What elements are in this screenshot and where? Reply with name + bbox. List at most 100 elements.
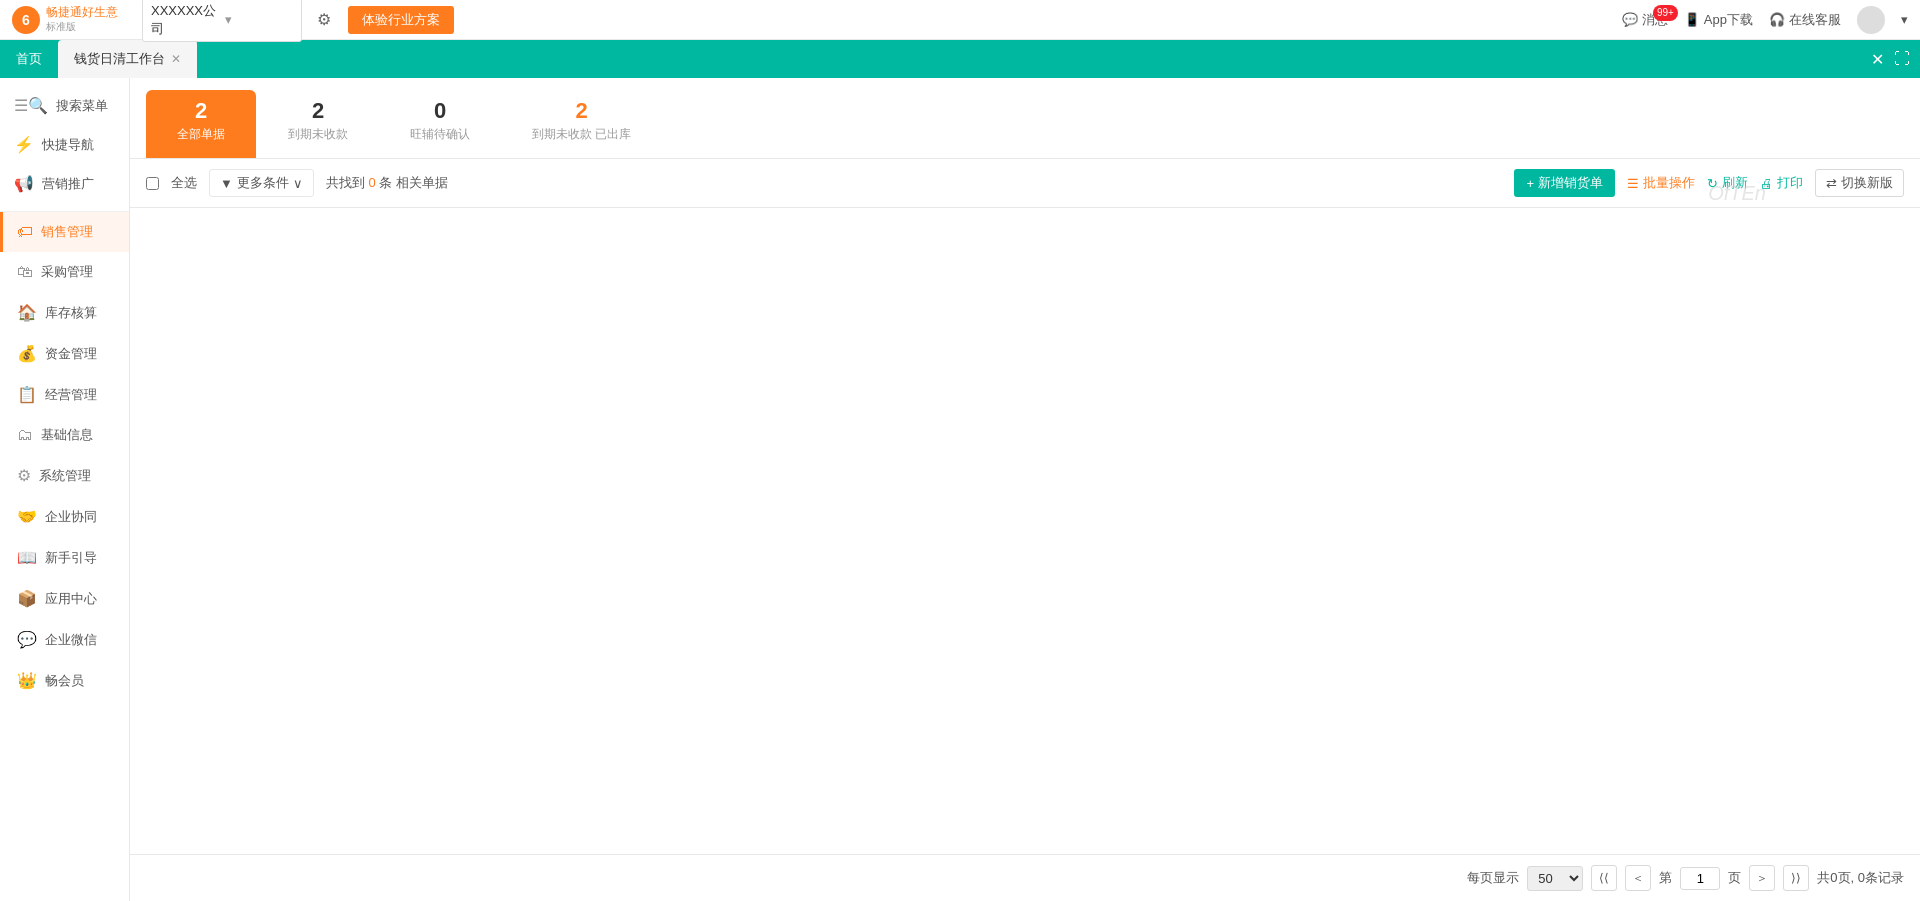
- tab-home-label: 首页: [16, 50, 42, 68]
- stat-tab-wangdian[interactable]: 0 旺辅待确认: [380, 90, 500, 158]
- service-icon: 🎧: [1769, 12, 1785, 27]
- sidebar-item-wechat-label: 企业微信: [45, 631, 97, 649]
- close-tab-icon[interactable]: ✕: [171, 52, 181, 66]
- app-download-button[interactable]: 📱 App下载: [1684, 11, 1753, 29]
- maximize-icon[interactable]: ⛶: [1894, 50, 1910, 68]
- switch-button[interactable]: ⇄ 切换新版: [1815, 169, 1904, 197]
- tab-workbench[interactable]: 钱货日清工作台 ✕: [58, 40, 197, 78]
- filter-button[interactable]: ▼ 更多条件 ∨: [209, 169, 314, 197]
- member-icon: 👑: [17, 671, 37, 690]
- tab-home[interactable]: 首页: [0, 40, 58, 78]
- sidebar-marketing-label: 营销推广: [42, 175, 94, 193]
- chevron-down-icon: ▾: [225, 12, 293, 27]
- page-label-2: 页: [1728, 869, 1741, 887]
- stat-count-wangdian: 0: [434, 98, 446, 124]
- select-all-checkbox[interactable]: [146, 177, 159, 190]
- stat-tab-overdue[interactable]: 2 到期未收款: [258, 90, 378, 158]
- found-text: 共找到 0 条 相关单据: [326, 174, 448, 192]
- sidebar-item-basic[interactable]: 🗂 基础信息: [0, 415, 129, 455]
- stat-label-overdue-shipped: 到期未收款 已出库: [532, 126, 631, 143]
- first-page-button[interactable]: ⟨⟨: [1591, 865, 1617, 891]
- found-count: 0: [369, 175, 376, 190]
- message-icon: 💬: [1622, 12, 1638, 27]
- filter-label: 更多条件: [237, 174, 289, 192]
- sidebar-item-wechat[interactable]: 💬 企业微信: [0, 619, 129, 660]
- toolbar-right: + 新增销货单 ☰ 批量操作 ↻ 刷新 🖨 打印 ⇄ 切换新版: [1514, 169, 1904, 197]
- sidebar-item-finance[interactable]: 💰 资金管理: [0, 333, 129, 374]
- stat-tab-all[interactable]: 2 全部单据: [146, 90, 256, 158]
- sidebar-search-label: 搜索菜单: [56, 97, 108, 115]
- sidebar-item-inventory-label: 库存核算: [45, 304, 97, 322]
- nav-icon: ⚡: [14, 135, 34, 154]
- prev-page-button[interactable]: ＜: [1625, 865, 1651, 891]
- sidebar-item-enterprise[interactable]: 🤝 企业协同: [0, 496, 129, 537]
- table-area: [130, 208, 1920, 854]
- purchase-icon: 🛍: [17, 263, 33, 281]
- sidebar-item-member[interactable]: 👑 畅会员: [0, 660, 129, 701]
- page-label: 第: [1659, 869, 1672, 887]
- sidebar-item-inventory[interactable]: 🏠 库存核算: [0, 292, 129, 333]
- user-menu[interactable]: ▾: [1901, 12, 1908, 27]
- search-icon: ☰🔍: [14, 96, 48, 115]
- sidebar-item-enterprise-label: 企业协同: [45, 508, 97, 526]
- message-badge: 99+: [1653, 5, 1678, 21]
- stat-label-all: 全部单据: [177, 126, 225, 143]
- logo-icon: 6: [12, 6, 40, 34]
- basic-icon: 🗂: [17, 426, 33, 444]
- print-button[interactable]: 🖨 打印: [1760, 174, 1803, 192]
- sidebar-quick-nav-label: 快捷导航: [42, 136, 94, 154]
- batch-button[interactable]: ☰ 批量操作: [1627, 174, 1695, 192]
- download-icon: 📱: [1684, 12, 1700, 27]
- sidebar: ☰🔍 搜索菜单 ⚡ 快捷导航 📢 营销推广 🏷 销售管理 🛍 采购管理: [0, 78, 130, 901]
- app-download-label: App下载: [1704, 11, 1753, 29]
- online-service-button[interactable]: 🎧 在线客服: [1769, 11, 1841, 29]
- stat-count-all: 2: [195, 98, 207, 124]
- sidebar-top: ☰🔍 搜索菜单 ⚡ 快捷导航 📢 营销推广: [0, 78, 129, 212]
- refresh-label: 刷新: [1722, 174, 1748, 192]
- next-page-button[interactable]: ＞: [1749, 865, 1775, 891]
- stat-label-overdue: 到期未收款: [288, 126, 348, 143]
- sales-icon: 🏷: [17, 223, 33, 241]
- chevron-down-icon: ▾: [1901, 12, 1908, 27]
- sidebar-item-operation-label: 经营管理: [45, 386, 97, 404]
- stat-tab-overdue-shipped[interactable]: 2 到期未收款 已出库: [502, 90, 661, 158]
- last-page-button[interactable]: ⟩⟩: [1783, 865, 1809, 891]
- trial-button[interactable]: 体验行业方案: [348, 6, 454, 34]
- sidebar-item-operation[interactable]: 📋 经营管理: [0, 374, 129, 415]
- per-page-label: 每页显示: [1467, 869, 1519, 887]
- wechat-icon: 💬: [17, 630, 37, 649]
- sidebar-item-system-label: 系统管理: [39, 467, 91, 485]
- avatar[interactable]: [1857, 6, 1885, 34]
- page-input[interactable]: [1680, 867, 1720, 890]
- batch-label: 批量操作: [1643, 174, 1695, 192]
- sidebar-item-app-center[interactable]: 📦 应用中心: [0, 578, 129, 619]
- app-name: 畅捷通好生意: [46, 5, 118, 21]
- online-service-label: 在线客服: [1789, 11, 1841, 29]
- refresh-button[interactable]: ↻ 刷新: [1707, 174, 1748, 192]
- sidebar-item-purchase-label: 采购管理: [41, 263, 93, 281]
- sidebar-search[interactable]: ☰🔍 搜索菜单: [0, 86, 129, 125]
- found-suffix: 条 相关单据: [379, 175, 448, 190]
- sidebar-item-system[interactable]: ⚙ 系统管理: [0, 455, 129, 496]
- sidebar-quick-nav[interactable]: ⚡ 快捷导航: [0, 125, 129, 164]
- tab-workbench-label: 钱货日清工作台: [74, 50, 165, 68]
- content-area: 2 全部单据 2 到期未收款 0 旺辅待确认 2 到期未收款 已出库 全选 ▼ …: [130, 78, 1920, 901]
- message-button[interactable]: 💬 消息 99+: [1622, 11, 1668, 29]
- sidebar-marketing[interactable]: 📢 营销推广: [0, 164, 129, 203]
- company-selector[interactable]: XXXXXX公司 ▾: [142, 0, 302, 42]
- found-prefix: 共找到: [326, 175, 365, 190]
- header-right: 💬 消息 99+ 📱 App下载 🎧 在线客服 ▾: [1622, 6, 1908, 34]
- sidebar-item-sales-label: 销售管理: [41, 223, 93, 241]
- main-layout: ☰🔍 搜索菜单 ⚡ 快捷导航 📢 营销推广 🏷 销售管理 🛍 采购管理: [0, 78, 1920, 901]
- print-label: 打印: [1777, 174, 1803, 192]
- stat-count-overdue-shipped: 2: [576, 98, 588, 124]
- add-button[interactable]: + 新增销货单: [1514, 169, 1615, 197]
- page-size-select[interactable]: 50 100 200: [1527, 866, 1583, 891]
- print-icon: 🖨: [1760, 176, 1773, 191]
- sidebar-item-guide[interactable]: 📖 新手引导: [0, 537, 129, 578]
- sidebar-item-sales[interactable]: 🏷 销售管理: [0, 212, 129, 252]
- close-window-icon[interactable]: ✕: [1871, 50, 1884, 69]
- sidebar-item-purchase[interactable]: 🛍 采购管理: [0, 252, 129, 292]
- app-center-icon: 📦: [17, 589, 37, 608]
- settings-button[interactable]: ⚙: [310, 6, 338, 34]
